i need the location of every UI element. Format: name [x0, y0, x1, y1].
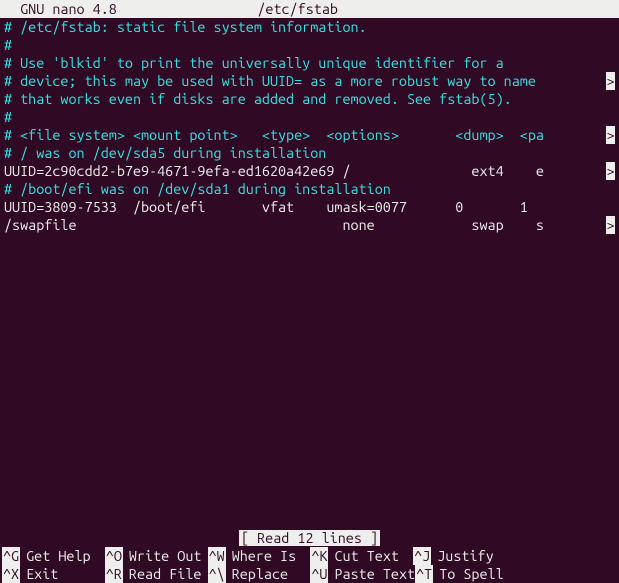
line-text: # [4, 109, 12, 125]
line-text: /swapfile none swap s [4, 217, 544, 233]
shortcut-item: ^G Get Help [2, 547, 105, 565]
shortcut-label: Justify [437, 547, 493, 565]
line-text: # /etc/fstab: static file system informa… [4, 19, 367, 35]
shortcut-label: Write Out [129, 547, 202, 565]
app-name: GNU nano 4.8 [0, 0, 117, 18]
shortcut-item: ^O Write Out [105, 547, 208, 565]
editor-line[interactable]: UUID=2c90cdd2-b7e9-4671-9efa-ed1620a42e6… [4, 162, 615, 180]
shortcut-key: ^\ [208, 565, 226, 583]
editor-line[interactable]: # /boot/efi was on /dev/sda1 during inst… [4, 180, 615, 198]
shortcut-item: ^\ Replace [208, 565, 311, 583]
shortcut-key: ^R [105, 565, 123, 583]
line-text: # [4, 37, 12, 53]
line-text: UUID=3809-7533 /boot/efi vfat umask=0077… [4, 199, 528, 215]
editor-area[interactable]: # /etc/fstab: static file system informa… [0, 18, 619, 234]
shortcut-key: ^K [310, 547, 328, 565]
shortcut-key: ^G [2, 547, 20, 565]
shortcut-item: ^X Exit [2, 565, 105, 583]
shortcut-label: Exit [26, 565, 58, 583]
shortcut-item: ^W Where Is [208, 547, 311, 565]
continuation-marker-icon: > [606, 162, 615, 180]
file-name: /etc/fstab [257, 0, 478, 18]
shortcut-item: ^T To Spell [415, 565, 518, 583]
title-bar: GNU nano 4.8 /etc/fstab [0, 0, 619, 18]
line-text: UUID=2c90cdd2-b7e9-4671-9efa-ed1620a42e6… [4, 163, 544, 179]
line-text: # device; this may be used with UUID= as… [4, 73, 544, 89]
line-text: # Use 'blkid' to print the universally u… [4, 55, 504, 71]
editor-line[interactable]: # Use 'blkid' to print the universally u… [4, 54, 615, 72]
shortcut-key: ^W [208, 547, 226, 565]
shortcut-label: Read File [129, 565, 202, 583]
editor-line[interactable]: # that works even if disks are added and… [4, 90, 615, 108]
editor-line[interactable]: # device; this may be used with UUID= as… [4, 72, 615, 90]
status-bar: [ Read 12 lines ] [0, 529, 619, 547]
shortcut-label: Paste Text [334, 565, 415, 583]
shortcut-label: Replace [232, 565, 288, 583]
status-message: [ Read 12 lines ] [239, 530, 380, 546]
editor-line[interactable]: # [4, 36, 615, 54]
shortcut-label: Cut Text [334, 547, 398, 565]
shortcut-bar: ^G Get Help ^O Write Out ^W Where Is ^K Cut Tex… [0, 547, 619, 583]
shortcut-item: ^J Justify [413, 547, 516, 565]
shortcut-key: ^U [310, 565, 328, 583]
shortcut-key: ^T [415, 565, 433, 583]
editor-line[interactable]: UUID=3809-7533 /boot/efi vfat umask=0077… [4, 198, 615, 216]
continuation-marker-icon: > [606, 126, 615, 144]
shortcut-item: ^U Paste Text [310, 565, 415, 583]
shortcut-item: ^K Cut Text [310, 547, 413, 565]
shortcut-key: ^J [413, 547, 431, 565]
continuation-marker-icon: > [606, 72, 615, 90]
shortcut-key: ^X [2, 565, 20, 583]
shortcut-item: ^R Read File [105, 565, 208, 583]
shortcut-label: Where Is [232, 547, 296, 565]
shortcut-row: ^X Exit ^R Read File ^\ Replace ^U Paste Text^T… [0, 565, 619, 583]
editor-line[interactable]: # /etc/fstab: static file system informa… [4, 18, 615, 36]
line-text: # <file system> <mount point> <type> <op… [4, 127, 544, 143]
line-text: # / was on /dev/sda5 during installation [4, 145, 326, 161]
shortcut-key: ^O [105, 547, 123, 565]
editor-line[interactable]: # <file system> <mount point> <type> <op… [4, 126, 615, 144]
editor-line[interactable]: /swapfile none swap s > [4, 216, 615, 234]
line-text: # /boot/efi was on /dev/sda1 during inst… [4, 181, 391, 197]
shortcut-row: ^G Get Help ^O Write Out ^W Where Is ^K Cut Tex… [0, 547, 619, 565]
editor-line[interactable]: # / was on /dev/sda5 during installation [4, 144, 615, 162]
shortcut-label: Get Help [26, 547, 90, 565]
shortcut-label: To Spell [439, 565, 503, 583]
continuation-marker-icon: > [606, 216, 615, 234]
editor-line[interactable]: # [4, 108, 615, 126]
line-text: # that works even if disks are added and… [4, 91, 512, 107]
